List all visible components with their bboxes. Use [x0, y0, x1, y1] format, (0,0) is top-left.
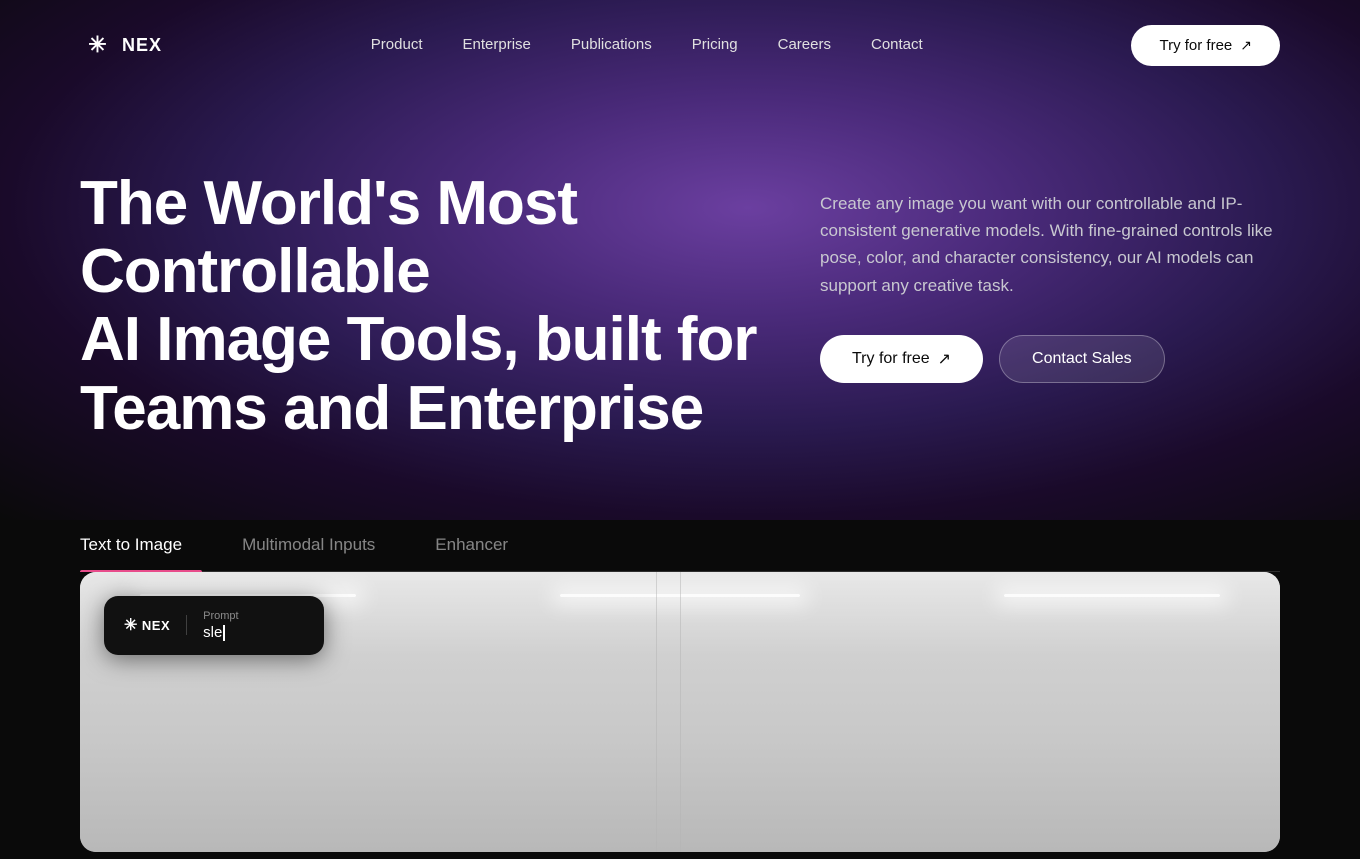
prompt-logo: ✳ NEX [124, 615, 187, 635]
cursor-blink [223, 625, 225, 641]
hero-buttons: Try for free ↗ Contact Sales [820, 335, 1280, 383]
tab-text-to-image[interactable]: Text to Image [80, 523, 202, 571]
hero-title-line2: AI Image Tools, built for [80, 305, 757, 374]
ceiling-light-3 [1004, 594, 1220, 597]
nav-try-free-button[interactable]: Try for free ↗ [1131, 25, 1280, 66]
prompt-content: Prompt sle [203, 610, 238, 641]
hero-title-line1: The World's Most Controllable [80, 169, 577, 306]
prompt-logo-text: NEX [142, 618, 170, 633]
nav-cta-arrow-icon: ↗ [1240, 37, 1252, 54]
prompt-logo-snowflake-icon: ✳ [124, 615, 138, 635]
prompt-text: sle [203, 624, 238, 641]
prompt-card: ✳ NEX Prompt sle [104, 596, 324, 655]
hero-title-line3: Teams and Enterprise [80, 374, 703, 443]
tabs-nav: Text to Image Multimodal Inputs Enhancer [80, 523, 1280, 572]
nav-link-enterprise[interactable]: Enterprise [463, 36, 531, 53]
nav-item-careers[interactable]: Careers [778, 36, 831, 54]
logo-text: NEX [122, 35, 162, 56]
hero-try-free-label: Try for free [852, 350, 930, 368]
nav-link-careers[interactable]: Careers [778, 36, 831, 53]
logo-icon: ✳ [80, 27, 116, 63]
hero-right: Create any image you want with our contr… [820, 170, 1280, 383]
nav-links: Product Enterprise Publications Pricing … [371, 36, 923, 54]
nav-item-enterprise[interactable]: Enterprise [463, 36, 531, 54]
tab-enhancer[interactable]: Enhancer [435, 523, 528, 571]
hero-title: The World's Most Controllable AI Image T… [80, 170, 760, 443]
hero-try-free-button[interactable]: Try for free ↗ [820, 335, 983, 383]
nav-link-pricing[interactable]: Pricing [692, 36, 738, 53]
hero-description: Create any image you want with our contr… [820, 190, 1280, 299]
tabs-section: Text to Image Multimodal Inputs Enhancer [0, 523, 1360, 572]
vertical-divider-2 [680, 572, 681, 852]
prompt-label: Prompt [203, 610, 238, 622]
nav-link-publications[interactable]: Publications [571, 36, 652, 53]
vertical-divider-1 [656, 572, 657, 852]
hero-try-free-arrow-icon: ↗ [938, 349, 951, 369]
nav-item-pricing[interactable]: Pricing [692, 36, 738, 54]
nav-link-product[interactable]: Product [371, 36, 423, 53]
logo-snowflake-icon: ✳ [88, 32, 107, 58]
navbar: ✳ NEX Product Enterprise Publications Pr… [0, 0, 1360, 90]
nav-cta-label: Try for free [1159, 37, 1232, 54]
nav-item-product[interactable]: Product [371, 36, 423, 54]
hero-left: The World's Most Controllable AI Image T… [80, 170, 760, 443]
hero-contact-sales-label: Contact Sales [1032, 350, 1132, 367]
logo: ✳ NEX [80, 27, 162, 63]
hero-section: The World's Most Controllable AI Image T… [0, 90, 1360, 503]
nav-link-contact[interactable]: Contact [871, 36, 923, 53]
nav-item-publications[interactable]: Publications [571, 36, 652, 54]
hero-contact-sales-button[interactable]: Contact Sales [999, 335, 1165, 383]
demo-area: ✳ NEX Prompt sle [80, 572, 1280, 852]
nav-item-contact[interactable]: Contact [871, 36, 923, 54]
tab-multimodal-inputs[interactable]: Multimodal Inputs [242, 523, 395, 571]
